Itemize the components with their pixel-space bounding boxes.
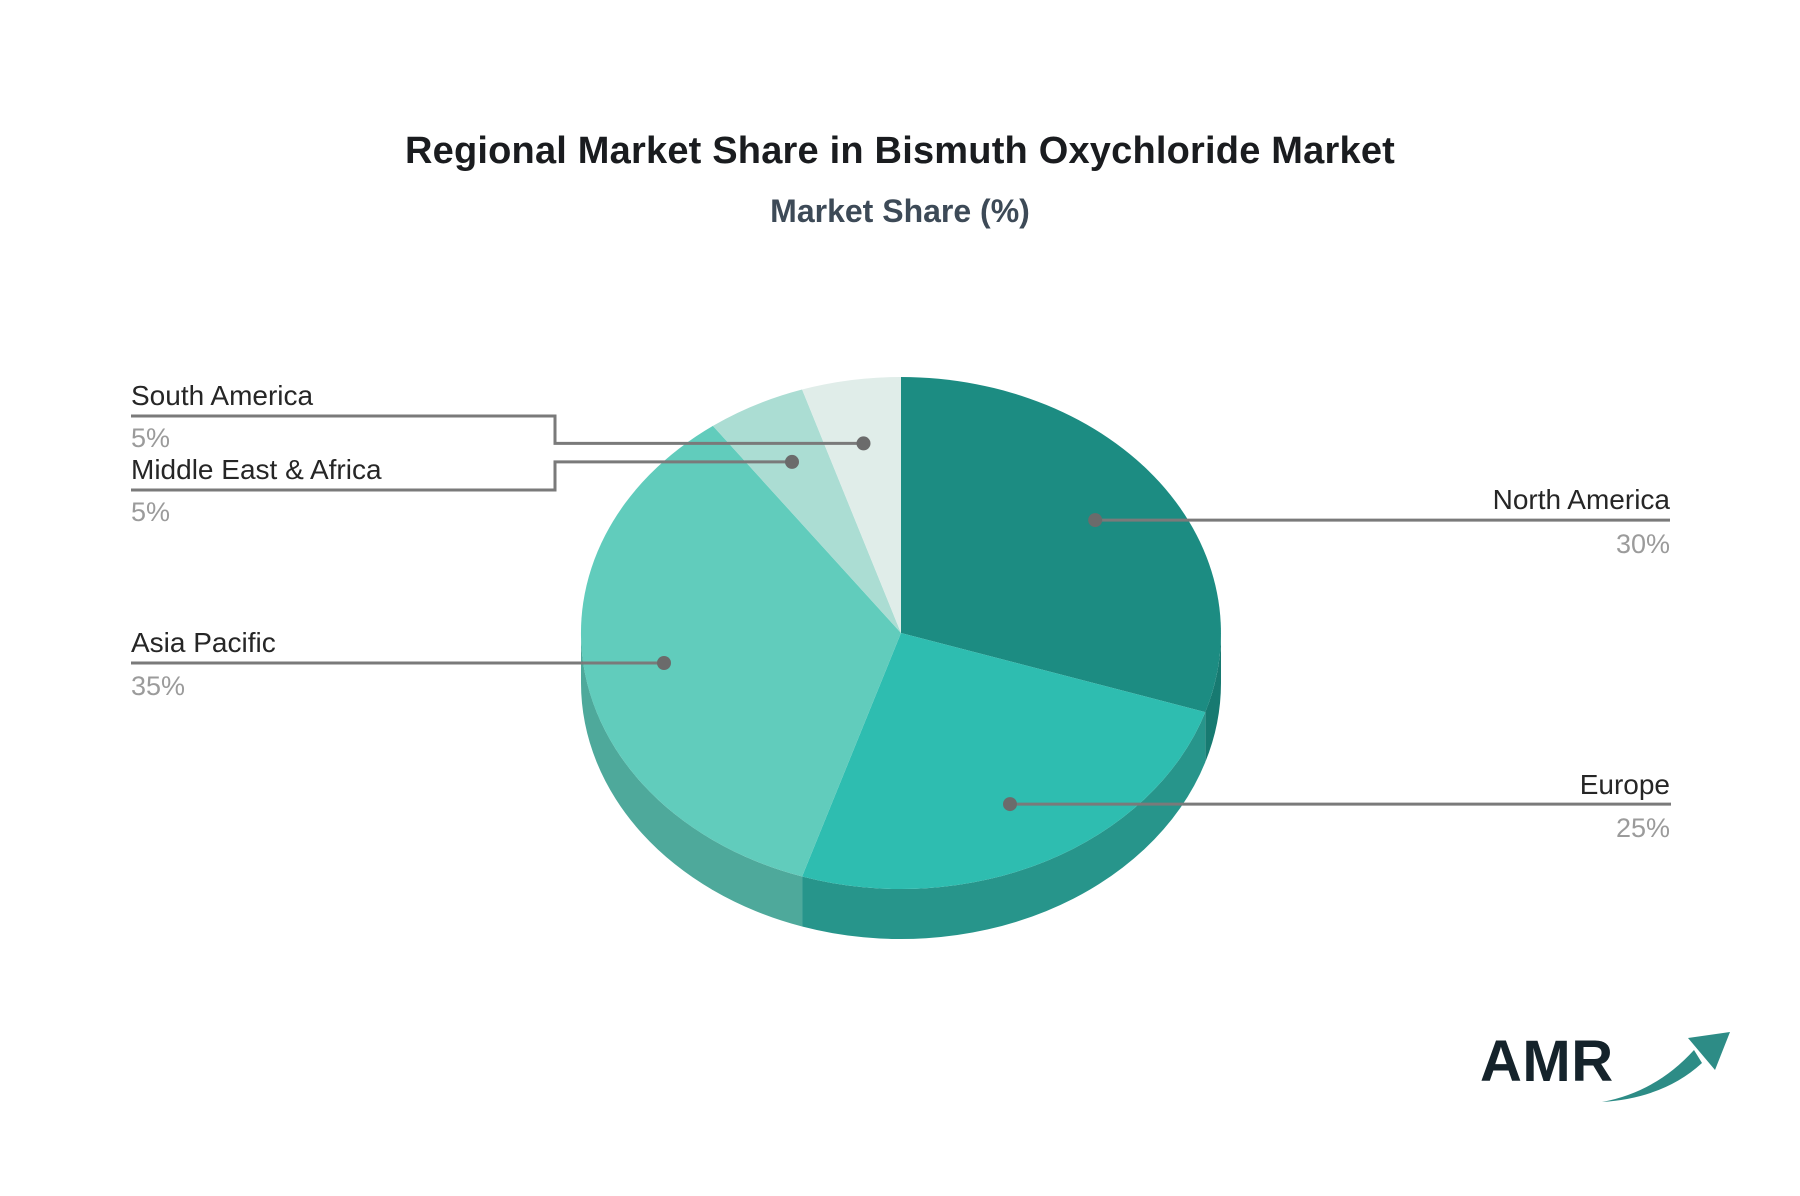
value-middle-east-africa: 5% <box>131 497 171 527</box>
growth-arrow-icon <box>1602 1032 1730 1102</box>
value-south-america: 5% <box>131 423 171 453</box>
value-asia-pacific: 35% <box>131 671 186 701</box>
leader-dot-4 <box>856 436 871 451</box>
amr-logo-text: AMR <box>1480 1029 1614 1094</box>
label-north-america: North America <box>1492 484 1670 515</box>
leader-dot-0 <box>1088 513 1103 528</box>
leader-dot-2 <box>657 656 671 670</box>
amr-logo: AMR <box>1480 1029 1730 1108</box>
leader-dot-3 <box>785 454 799 469</box>
label-europe: Europe <box>1579 769 1670 800</box>
label-middle-east-africa: Middle East & Africa <box>131 454 382 485</box>
label-asia-pacific: Asia Pacific <box>131 627 276 658</box>
chart-canvas: Regional Market Share in Bismuth Oxychlo… <box>0 0 1800 1196</box>
value-europe: 25% <box>1615 813 1670 843</box>
pie-chart[interactable]: North America: 30%Europe: 25%Asia Pacifi… <box>0 0 1800 1196</box>
leader-dot-1 <box>1003 797 1017 812</box>
value-north-america: 30% <box>1615 529 1670 559</box>
label-south-america: South America <box>131 380 314 411</box>
